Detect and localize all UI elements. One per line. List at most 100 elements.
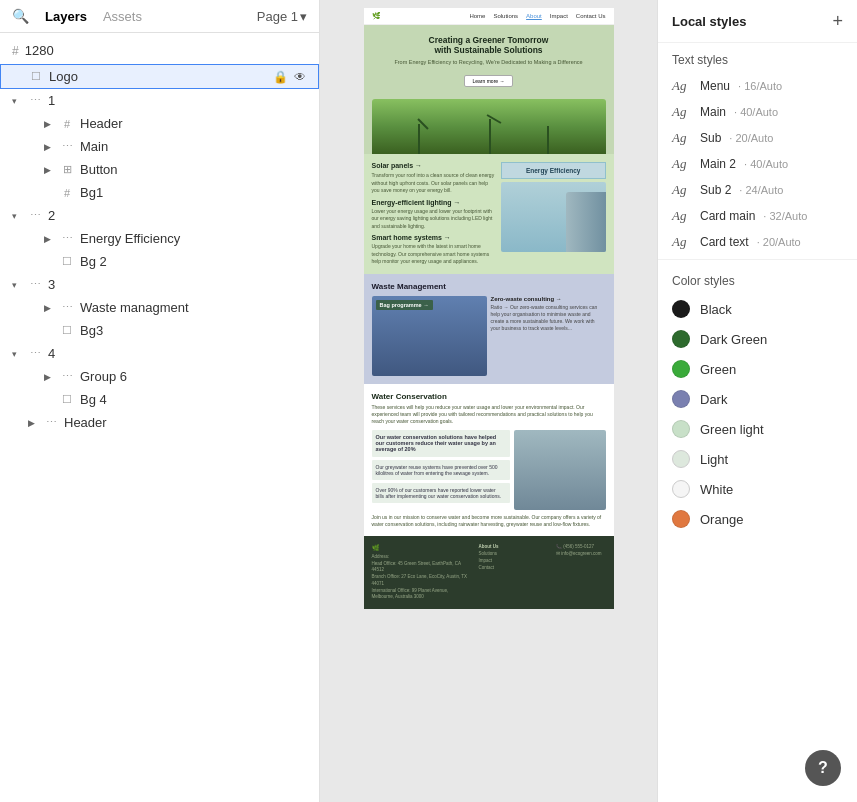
style-name: Main — [700, 105, 726, 119]
color-swatch-white — [672, 480, 690, 498]
water-text: These services will help you reduce your… — [372, 404, 606, 425]
color-orange[interactable]: Orange — [658, 504, 857, 534]
nav-about: About — [526, 13, 542, 19]
color-green[interactable]: Green — [658, 354, 857, 384]
zero-waste-text: Ratio → Our zero-waste consulting servic… — [491, 304, 606, 332]
color-swatch-dark-green — [672, 330, 690, 348]
color-name-black: Black — [700, 302, 732, 317]
water-cards: Our water conservation solutions have he… — [372, 430, 606, 510]
layer-item-logo[interactable]: ☐ Logo 🔒 👁 — [0, 64, 319, 89]
layer-logo-label: Logo — [49, 69, 267, 84]
water-image-col — [514, 430, 606, 510]
text-style-sub2[interactable]: Ag Sub 2 · 24/Auto — [658, 177, 857, 203]
smarthome-title: Smart home systems → — [372, 234, 497, 241]
group-icon: ⋯ — [44, 416, 58, 429]
text-style-sub[interactable]: Ag Sub · 20/Auto — [658, 125, 857, 151]
arrow-down-icon: ▾ — [12, 96, 22, 106]
ag-icon: Ag — [672, 208, 692, 224]
group-3[interactable]: ▾ ⋯ 3 — [0, 273, 319, 296]
canvas-two-col: Solar panels → Transform your roof into … — [372, 162, 606, 266]
color-light[interactable]: Light — [658, 444, 857, 474]
frame-icon: ☐ — [29, 70, 43, 83]
hero-btn[interactable]: Learn more → — [464, 75, 514, 87]
bag-label: Bag programme → — [376, 300, 433, 310]
layer-main[interactable]: ▶ ⋯ Main — [0, 135, 319, 158]
layer-bg3[interactable]: ☐ Bg3 — [0, 319, 319, 342]
color-swatch-light — [672, 450, 690, 468]
arrow-down-icon: ▾ — [12, 349, 22, 359]
layers-tab[interactable]: Layers — [45, 9, 87, 24]
group-4-label: 4 — [48, 346, 55, 361]
color-dark[interactable]: Dark — [658, 384, 857, 414]
layer-energy-label: Energy Efficiency — [80, 231, 307, 246]
color-name-dark-green: Dark Green — [700, 332, 767, 347]
style-size: · 24/Auto — [739, 184, 783, 196]
lock-icon[interactable]: 🔒 — [273, 70, 288, 84]
group-2-label: 2 — [48, 208, 55, 223]
help-button[interactable]: ? — [805, 750, 841, 786]
search-icon[interactable]: 🔍 — [12, 8, 29, 24]
energy-image — [501, 182, 606, 252]
color-name-white: White — [700, 482, 733, 497]
arrow-right-icon: ▶ — [44, 303, 54, 313]
canvas-inner[interactable]: 🌿 Home Solutions About Impact Contact Us… — [320, 0, 657, 802]
color-dark-green[interactable]: Dark Green — [658, 324, 857, 354]
group-3-label: 3 — [48, 277, 55, 292]
text-style-main[interactable]: Ag Main · 40/Auto — [658, 99, 857, 125]
footer-links: About Us Solutions Impact Contact — [479, 544, 548, 570]
layer-actions: 🔒 👁 — [273, 70, 306, 84]
canvas-waste-section: Waste Management Bag programme → Zero-wa… — [364, 274, 614, 384]
layer-group6[interactable]: ▶ ⋯ Group 6 — [0, 365, 319, 388]
layer-button[interactable]: ▶ ⊞ Button — [0, 158, 319, 181]
layer-waste[interactable]: ▶ ⋯ Waste managment — [0, 296, 319, 319]
page-selector[interactable]: Page 1 ▾ — [257, 9, 307, 24]
group-2[interactable]: ▾ ⋯ 2 — [0, 204, 319, 227]
color-name-light: Light — [700, 452, 728, 467]
group-1-label: 1 — [48, 93, 55, 108]
component-icon: ⊞ — [60, 163, 74, 176]
layer-bg4-label: Bg 4 — [80, 392, 307, 407]
water-title: Water Conservation — [372, 392, 606, 401]
hero-text: Creating a Greener Tomorrowwith Sustaina… — [372, 35, 606, 99]
layer-header-bottom[interactable]: ▶ ⋯ Header — [0, 411, 319, 434]
nav-contact: Contact Us — [576, 13, 606, 19]
nav-impact: Impact — [550, 13, 568, 19]
text-style-main2[interactable]: Ag Main 2 · 40/Auto — [658, 151, 857, 177]
canvas-nav: 🌿 Home Solutions About Impact Contact Us — [364, 8, 614, 25]
ag-icon: Ag — [672, 78, 692, 94]
layer-bg1[interactable]: # Bg1 — [0, 181, 319, 204]
layer-header[interactable]: ▶ # Header — [0, 112, 319, 135]
group-4[interactable]: ▾ ⋯ 4 — [0, 342, 319, 365]
group-1[interactable]: ▾ ⋯ 1 — [0, 89, 319, 112]
text-style-card-text[interactable]: Ag Card text · 20/Auto — [658, 229, 857, 255]
layer-bg4[interactable]: ☐ Bg 4 — [0, 388, 319, 411]
eye-icon[interactable]: 👁 — [294, 70, 306, 84]
color-name-green: Green — [700, 362, 736, 377]
footer-address: Address: Head Office: 45 Green Street, E… — [372, 554, 471, 601]
arrow-right-icon: ▶ — [44, 234, 54, 244]
canvas-frame: 🌿 Home Solutions About Impact Contact Us… — [364, 8, 614, 794]
color-black[interactable]: Black — [658, 294, 857, 324]
style-name: Card text — [700, 235, 749, 249]
layers-list: # 1280 ☐ Logo 🔒 👁 ▾ ⋯ 1 ▶ # Header ▶ ⋯ M… — [0, 33, 319, 802]
color-swatch-dark — [672, 390, 690, 408]
text-style-menu[interactable]: Ag Menu · 16/Auto — [658, 73, 857, 99]
root-frame-label: 1280 — [25, 43, 54, 58]
layer-bg3-label: Bg3 — [80, 323, 307, 338]
nav-solutions: Solutions — [493, 13, 518, 19]
color-white[interactable]: White — [658, 474, 857, 504]
assets-tab[interactable]: Assets — [103, 9, 142, 24]
layer-energy[interactable]: ▶ ⋯ Energy Efficiency — [0, 227, 319, 250]
solar-text: Transform your roof into a clean source … — [372, 172, 497, 195]
add-style-button[interactable]: + — [832, 12, 843, 30]
layer-main-label: Main — [80, 139, 307, 154]
footer-left: 🌿 Address: Head Office: 45 Green Street,… — [372, 544, 471, 601]
layer-bg2[interactable]: ☐ Bg 2 — [0, 250, 319, 273]
arrow-down-icon: ▾ — [12, 280, 22, 290]
color-green-light[interactable]: Green light — [658, 414, 857, 444]
root-frame[interactable]: # 1280 — [0, 37, 319, 64]
water-image — [514, 430, 606, 510]
style-name: Menu — [700, 79, 730, 93]
lighting-text: Lower your energy usage and lower your f… — [372, 208, 497, 231]
text-style-card-main[interactable]: Ag Card main · 32/Auto — [658, 203, 857, 229]
